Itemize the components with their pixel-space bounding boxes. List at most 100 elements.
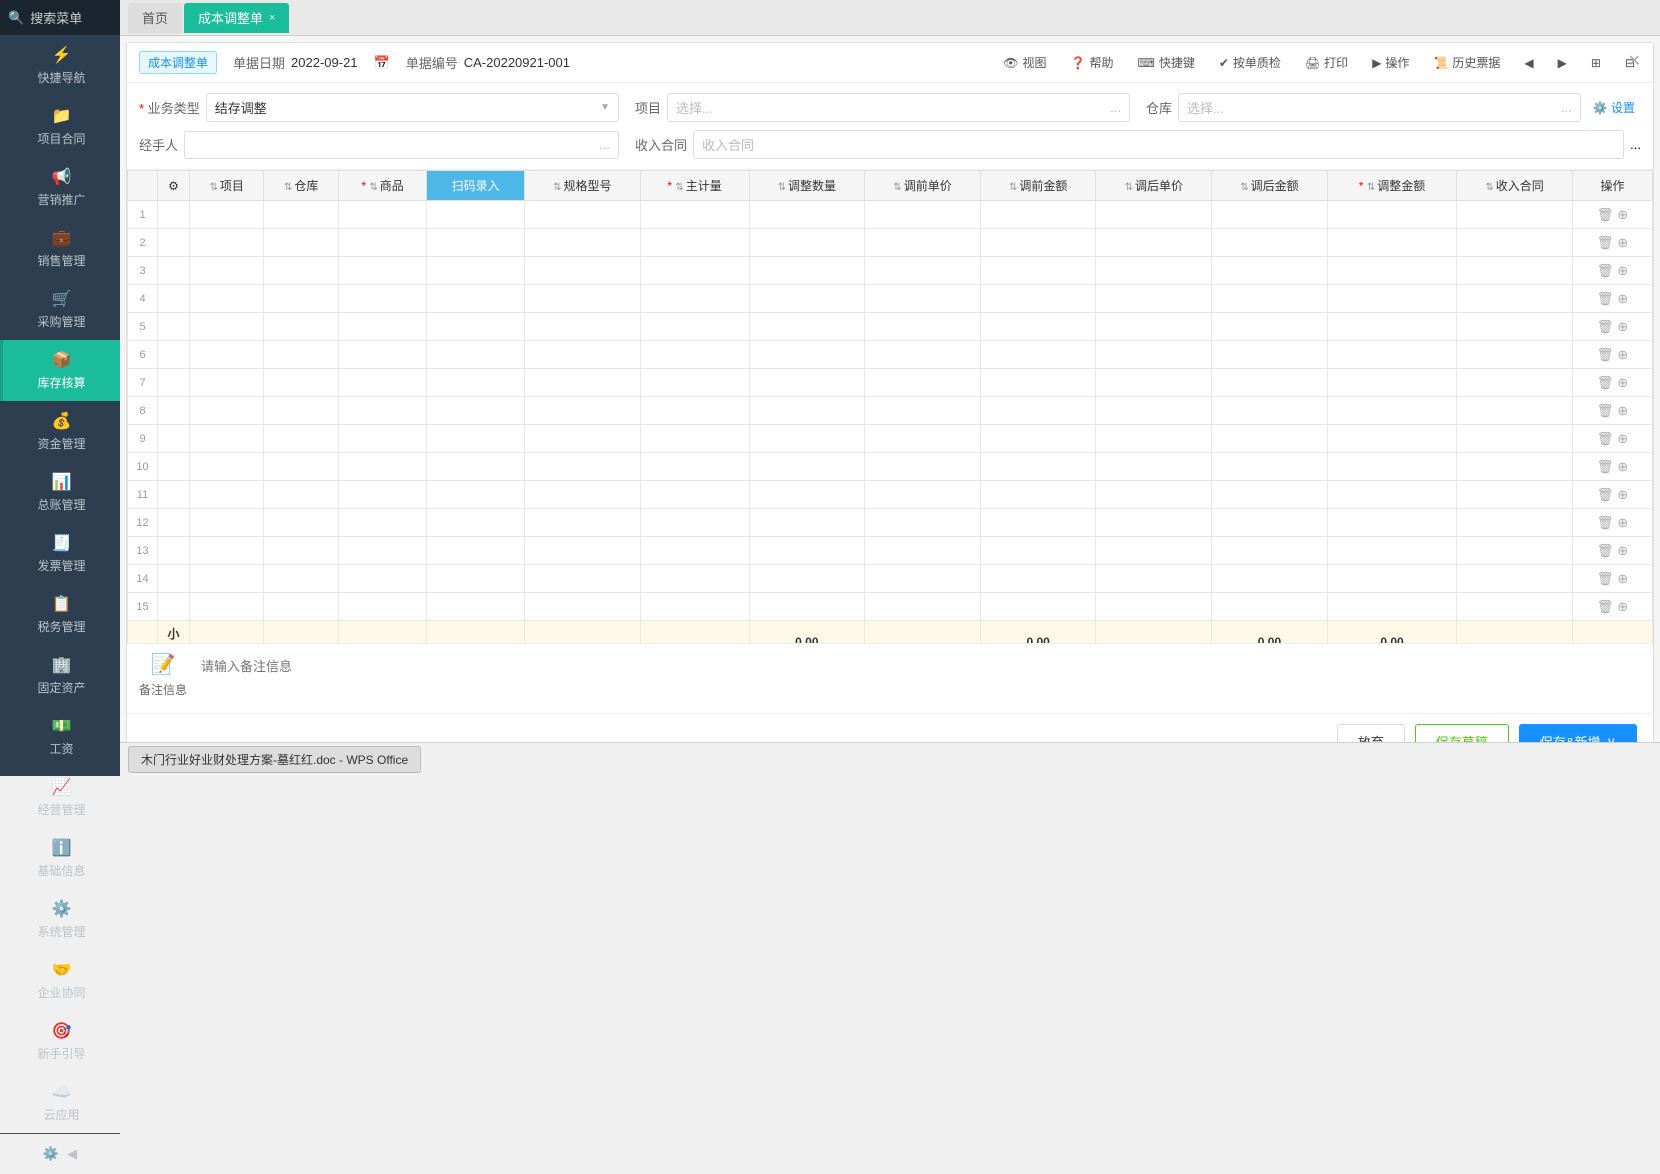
cell-before_price-4[interactable] xyxy=(865,285,981,313)
cell-income_contract-2[interactable] xyxy=(1457,229,1573,257)
sidebar-item-purchase-mgmt[interactable]: 🛒采购管理 xyxy=(0,279,120,340)
cell-action-6[interactable]: 🗑⊕ xyxy=(1573,341,1653,369)
cell-after_amount-8[interactable] xyxy=(1212,397,1328,425)
cell-income_contract-13[interactable] xyxy=(1457,537,1573,565)
cell-after_amount-11[interactable] xyxy=(1212,481,1328,509)
cell-income_contract-8[interactable] xyxy=(1457,397,1573,425)
cell-action-13[interactable]: 🗑⊕ xyxy=(1573,537,1653,565)
delete-icon-3[interactable]: 🗑 xyxy=(1597,263,1614,279)
delete-icon-11[interactable]: 🗑 xyxy=(1597,487,1614,503)
copy-icon-3[interactable]: ⊕ xyxy=(1617,263,1628,279)
cell-product-5[interactable] xyxy=(338,313,426,341)
cell-income_contract-11[interactable] xyxy=(1457,481,1573,509)
settings-btn[interactable]: ⚙️ 设置 xyxy=(1587,96,1641,119)
warehouse-input[interactable]: 选择... ... xyxy=(1178,93,1581,122)
copy-icon-11[interactable]: ⊕ xyxy=(1617,487,1628,503)
cell-scan-2[interactable] xyxy=(427,229,525,257)
cell-before_price-12[interactable] xyxy=(865,509,981,537)
copy-icon-1[interactable]: ⊕ xyxy=(1617,207,1628,223)
cell-spec-13[interactable] xyxy=(525,537,641,565)
cell-scan-15[interactable] xyxy=(427,593,525,621)
cell-project-13[interactable] xyxy=(190,537,264,565)
cell-spec-15[interactable] xyxy=(525,593,641,621)
cell-scan-7[interactable] xyxy=(427,369,525,397)
cell-scan-5[interactable] xyxy=(427,313,525,341)
cell-adjust_amount-10[interactable] xyxy=(1327,453,1456,481)
cell-adjust_amount-6[interactable] xyxy=(1327,341,1456,369)
copy-icon-9[interactable]: ⊕ xyxy=(1617,431,1628,447)
copy-icon-2[interactable]: ⊕ xyxy=(1617,235,1628,251)
cell-scan-6[interactable] xyxy=(427,341,525,369)
cell-action-8[interactable]: 🗑⊕ xyxy=(1573,397,1653,425)
cell-unit-9[interactable] xyxy=(640,425,749,453)
cell-after_amount-2[interactable] xyxy=(1212,229,1328,257)
cell-before_price-1[interactable] xyxy=(865,201,981,229)
cell-project-5[interactable] xyxy=(190,313,264,341)
cell-after_amount-13[interactable] xyxy=(1212,537,1328,565)
sidebar-item-inventory[interactable]: 📦库存核算 xyxy=(0,340,120,401)
cell-warehouse-6[interactable] xyxy=(264,341,338,369)
cell-product-10[interactable] xyxy=(338,453,426,481)
cell-qty-4[interactable] xyxy=(749,285,865,313)
cell-after_amount-14[interactable] xyxy=(1212,565,1328,593)
cell-spec-12[interactable] xyxy=(525,509,641,537)
cell-qty-9[interactable] xyxy=(749,425,865,453)
cell-before_price-8[interactable] xyxy=(865,397,981,425)
cell-project-14[interactable] xyxy=(190,565,264,593)
cell-adjust_amount-2[interactable] xyxy=(1327,229,1456,257)
cell-before_amount-4[interactable] xyxy=(980,285,1096,313)
cell-action-2[interactable]: 🗑⊕ xyxy=(1573,229,1653,257)
cell-before_amount-8[interactable] xyxy=(980,397,1096,425)
cell-adjust_amount-1[interactable] xyxy=(1327,201,1456,229)
sidebar-item-newbie[interactable]: 🎯新手引导 xyxy=(0,1011,120,1072)
date-value[interactable]: 2022-09-21 xyxy=(291,55,358,70)
cell-after_amount-9[interactable] xyxy=(1212,425,1328,453)
cell-qty-6[interactable] xyxy=(749,341,865,369)
cell-warehouse-14[interactable] xyxy=(264,565,338,593)
cell-income_contract-12[interactable] xyxy=(1457,509,1573,537)
delete-icon-13[interactable]: 🗑 xyxy=(1597,543,1614,559)
cell-before_amount-13[interactable] xyxy=(980,537,1096,565)
cell-unit-11[interactable] xyxy=(640,481,749,509)
project-input[interactable]: 选择... ... xyxy=(667,93,1130,122)
income-contract-input[interactable]: 收入合同 xyxy=(693,130,1624,159)
cell-warehouse-15[interactable] xyxy=(264,593,338,621)
notes-input[interactable] xyxy=(197,652,1641,690)
cell-unit-6[interactable] xyxy=(640,341,749,369)
cell-product-4[interactable] xyxy=(338,285,426,313)
cell-scan-8[interactable] xyxy=(427,397,525,425)
cell-project-6[interactable] xyxy=(190,341,264,369)
cell-spec-1[interactable] xyxy=(525,201,641,229)
cell-before_price-7[interactable] xyxy=(865,369,981,397)
sidebar-item-system[interactable]: ⚙️系统管理 xyxy=(0,889,120,950)
cell-spec-10[interactable] xyxy=(525,453,641,481)
cell-unit-5[interactable] xyxy=(640,313,749,341)
cell-project-15[interactable] xyxy=(190,593,264,621)
cell-income_contract-4[interactable] xyxy=(1457,285,1573,313)
cell-adjust_amount-5[interactable] xyxy=(1327,313,1456,341)
cell-product-2[interactable] xyxy=(338,229,426,257)
cell-action-7[interactable]: 🗑⊕ xyxy=(1573,369,1653,397)
cell-project-11[interactable] xyxy=(190,481,264,509)
cell-before_amount-10[interactable] xyxy=(980,453,1096,481)
cell-after_price-2[interactable] xyxy=(1096,229,1212,257)
cell-before_amount-12[interactable] xyxy=(980,509,1096,537)
cell-unit-10[interactable] xyxy=(640,453,749,481)
cell-after_amount-5[interactable] xyxy=(1212,313,1328,341)
cell-unit-14[interactable] xyxy=(640,565,749,593)
cell-unit-8[interactable] xyxy=(640,397,749,425)
toolbar-check[interactable]: ✔ 按单质检 xyxy=(1213,51,1287,74)
cell-action-14[interactable]: 🗑⊕ xyxy=(1573,565,1653,593)
cell-qty-15[interactable] xyxy=(749,593,865,621)
copy-icon-6[interactable]: ⊕ xyxy=(1617,347,1628,363)
cell-warehouse-3[interactable] xyxy=(264,257,338,285)
cell-qty-14[interactable] xyxy=(749,565,865,593)
cell-after_price-13[interactable] xyxy=(1096,537,1212,565)
cell-warehouse-12[interactable] xyxy=(264,509,338,537)
sidebar-item-cloud[interactable]: ☁️云应用 xyxy=(0,1072,120,1133)
cell-action-11[interactable]: 🗑⊕ xyxy=(1573,481,1653,509)
cell-after_price-11[interactable] xyxy=(1096,481,1212,509)
cell-before_amount-9[interactable] xyxy=(980,425,1096,453)
cell-after_amount-7[interactable] xyxy=(1212,369,1328,397)
cell-spec-3[interactable] xyxy=(525,257,641,285)
